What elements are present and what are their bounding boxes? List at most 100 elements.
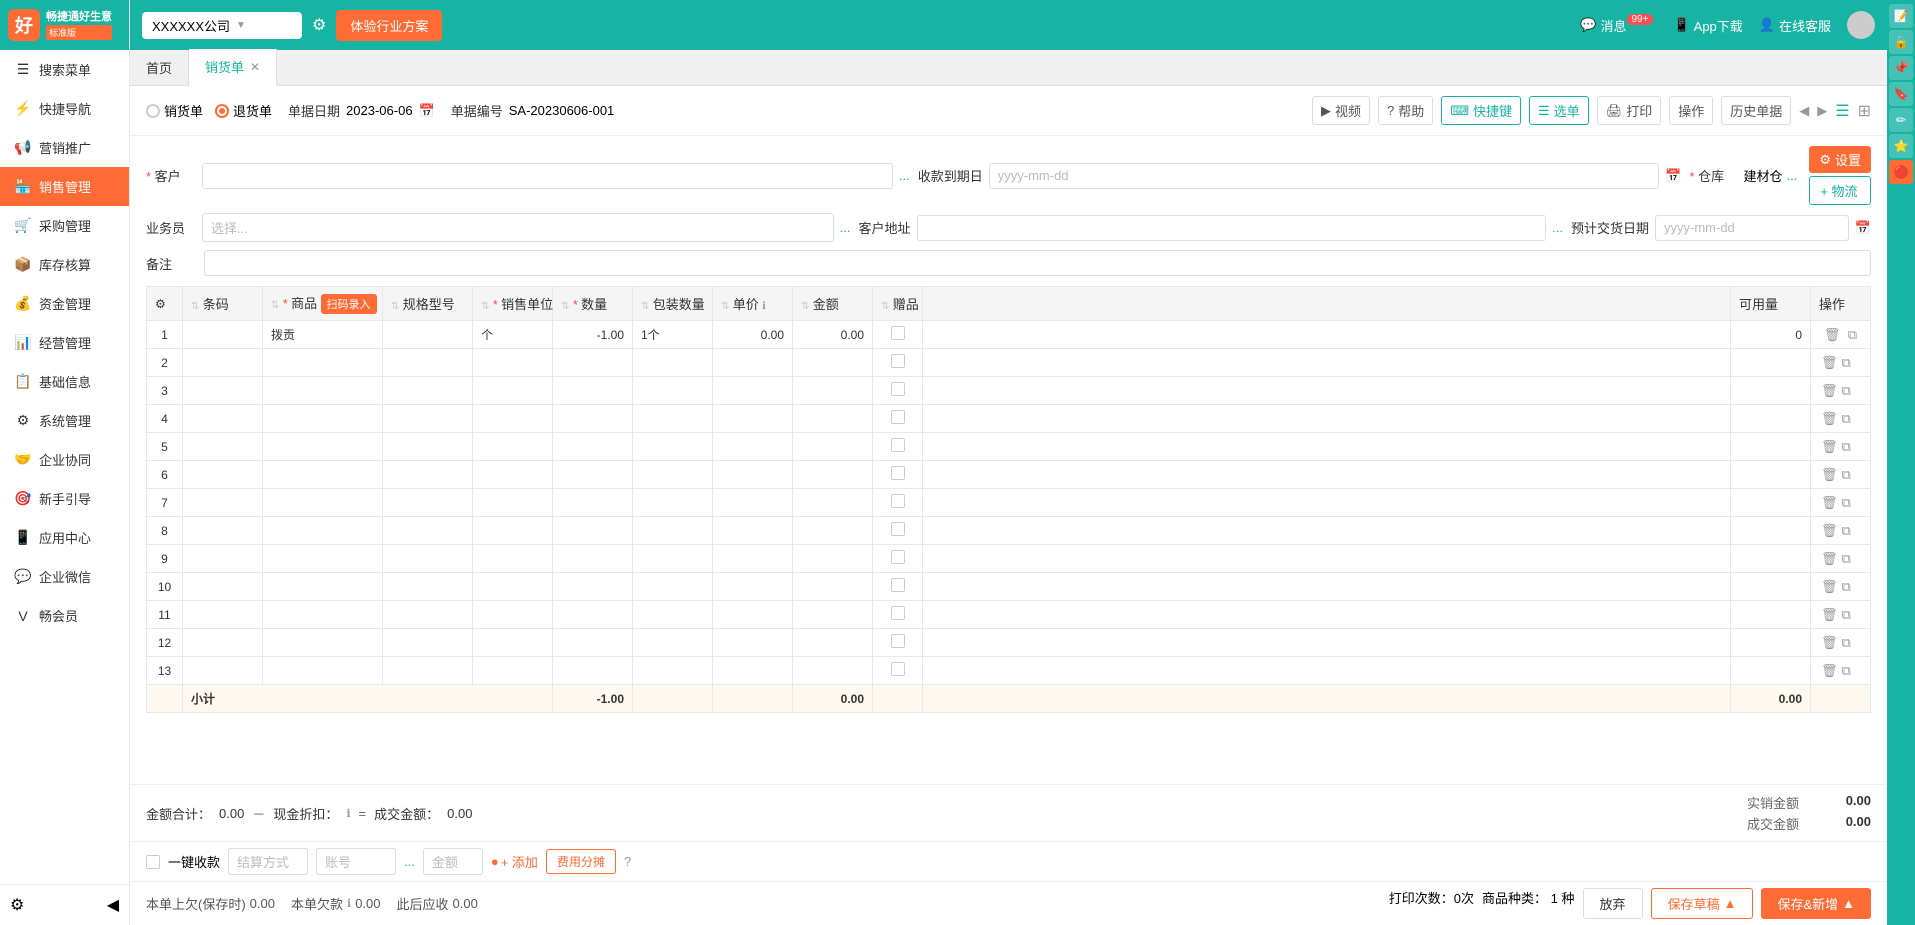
- row-spec-1[interactable]: [383, 321, 473, 349]
- sidebar-item-management[interactable]: 📊 经营管理: [0, 323, 129, 362]
- right-panel-icon-2[interactable]: 🔒: [1889, 30, 1913, 54]
- copy-icon-1[interactable]: ⧉: [1848, 327, 1857, 342]
- gift-checkbox-2[interactable]: [891, 354, 905, 368]
- row-unit-1[interactable]: 个: [473, 321, 553, 349]
- right-panel-icon-4[interactable]: 🔖: [1889, 82, 1913, 106]
- radio-sales-order[interactable]: 销货单: [146, 101, 203, 120]
- deal-amount-row: 成交金额 0.00: [1747, 814, 1871, 833]
- delete-icon-3[interactable]: 🗑: [1821, 383, 1838, 398]
- scan-button[interactable]: 扫码录入: [321, 294, 377, 314]
- row-gift-1[interactable]: [873, 321, 923, 349]
- delete-icon-2[interactable]: 🗑: [1821, 355, 1838, 370]
- expected-date-input[interactable]: yyyy-mm-dd: [1655, 215, 1849, 241]
- sidebar-item-system[interactable]: ⚙ 系统管理: [0, 401, 129, 440]
- sidebar-item-marketing[interactable]: 📢 营销推广: [0, 128, 129, 167]
- customer-dots[interactable]: ...: [899, 168, 910, 183]
- sidebar-item-search[interactable]: ☰ 搜索菜单: [0, 50, 129, 89]
- row-pack-1[interactable]: 1个: [633, 321, 713, 349]
- help-button[interactable]: ? 帮助: [1378, 96, 1433, 125]
- right-panel-icon-7[interactable]: 🔴: [1889, 160, 1913, 184]
- notes-input[interactable]: [204, 250, 1871, 276]
- settings-bottom-icon[interactable]: ⚙: [10, 895, 24, 915]
- print-button[interactable]: 🖨 打印: [1597, 96, 1662, 125]
- account-dots[interactable]: ...: [404, 854, 415, 869]
- product-type-value: 1: [1551, 891, 1558, 906]
- expected-date-cal-icon[interactable]: 📅: [1855, 220, 1871, 236]
- salesperson-input[interactable]: 选择...: [202, 213, 834, 242]
- collapse-icon[interactable]: ◀: [107, 895, 119, 915]
- tab-close-icon[interactable]: ✕: [250, 60, 260, 74]
- row-amount-1[interactable]: 0.00: [793, 321, 873, 349]
- payment-due-calendar-icon[interactable]: 📅: [1665, 168, 1681, 184]
- video-button[interactable]: ▶ 视频: [1312, 96, 1370, 125]
- view-list-icon[interactable]: ☰: [1835, 101, 1849, 121]
- nav-next-icon[interactable]: ▶: [1817, 103, 1827, 119]
- right-panel-icon-3[interactable]: 📌: [1889, 56, 1913, 80]
- copy-icon-3[interactable]: ⧉: [1842, 383, 1851, 398]
- payment-due-input[interactable]: yyyy-mm-dd: [989, 163, 1660, 189]
- sidebar-item-member[interactable]: V 畅会员: [0, 596, 129, 635]
- settings-icon[interactable]: ⚙: [312, 15, 326, 35]
- right-panel-icon-5[interactable]: ✏: [1889, 108, 1913, 132]
- sidebar-item-quicknav[interactable]: ⚡ 快捷导航: [0, 89, 129, 128]
- save-new-button[interactable]: 保存&新增 ▲: [1761, 888, 1871, 919]
- salesperson-dots[interactable]: ...: [840, 220, 851, 235]
- add-payment-button[interactable]: ● + 添加: [491, 852, 538, 871]
- sidebar-item-basics[interactable]: 📋 基础信息: [0, 362, 129, 401]
- sidebar-item-wechat[interactable]: 💬 企业微信: [0, 557, 129, 596]
- radio-return-order[interactable]: 退货单: [215, 101, 272, 120]
- customer-addr-input[interactable]: [917, 215, 1547, 241]
- box-icon: 📦: [15, 257, 31, 273]
- sidebar-item-inventory[interactable]: 📦 库存核算: [0, 245, 129, 284]
- tab-sales-order[interactable]: 销货单 ✕: [189, 49, 277, 86]
- avatar[interactable]: [1847, 11, 1875, 39]
- row-barcode-1[interactable]: [183, 321, 263, 349]
- nav-prev-icon[interactable]: ◀: [1799, 103, 1809, 119]
- shortcuts-button[interactable]: ⌨ 快捷键: [1441, 96, 1521, 125]
- online-service-button[interactable]: 👤 在线客服: [1759, 16, 1831, 35]
- th-settings[interactable]: ⚙: [147, 287, 183, 321]
- row-qty-1[interactable]: -1.00: [553, 321, 633, 349]
- sidebar-item-finance[interactable]: 💰 资金管理: [0, 284, 129, 323]
- app-download-button[interactable]: 📱 App下载: [1673, 16, 1742, 35]
- view-grid-icon[interactable]: ⊞: [1858, 101, 1871, 121]
- warehouse-label: 仓库: [1689, 166, 1739, 185]
- flow-button[interactable]: + 物流: [1809, 176, 1871, 205]
- calc-method-input[interactable]: 结算方式: [228, 848, 308, 875]
- company-selector[interactable]: XXXXXX公司 ▼: [142, 12, 302, 39]
- delete-icon-1[interactable]: 🗑: [1824, 327, 1841, 342]
- expense-button[interactable]: 费用分摊: [546, 849, 616, 874]
- right-panel-icon-6[interactable]: ⭐: [1889, 134, 1913, 158]
- gift-checkbox-1[interactable]: [891, 326, 905, 340]
- payment-amount-input[interactable]: 金额: [423, 848, 483, 875]
- sidebar-item-apps[interactable]: 📱 应用中心: [0, 518, 129, 557]
- abandon-button[interactable]: 放弃: [1583, 888, 1643, 919]
- row-product-1[interactable]: 拨贡: [263, 321, 383, 349]
- customer-input[interactable]: [202, 163, 893, 189]
- data-table: ⚙ ⇅ 条码 ⇅ * 商品 扫码录入 ⇅ 规格: [146, 286, 1871, 713]
- warehouse-dots[interactable]: ...: [1786, 168, 1797, 183]
- copy-icon-2[interactable]: ⧉: [1842, 355, 1851, 370]
- row-price-1[interactable]: 0.00: [713, 321, 793, 349]
- deal-amount-value: 0.00: [447, 806, 472, 821]
- search-icon: ☰: [15, 62, 31, 78]
- sidebar-item-guide[interactable]: 🎯 新手引导: [0, 479, 129, 518]
- history-button[interactable]: 历史单据: [1721, 96, 1791, 125]
- sidebar-item-purchase[interactable]: 🛒 采购管理: [0, 206, 129, 245]
- tab-home[interactable]: 首页: [130, 50, 189, 85]
- actions-button[interactable]: 操作: [1669, 96, 1713, 125]
- right-panel-icon-1[interactable]: 📝: [1889, 4, 1913, 28]
- sidebar-item-enterprise[interactable]: 🤝 企业协同: [0, 440, 129, 479]
- select-button[interactable]: ☰ 选单: [1529, 96, 1589, 125]
- settings-button[interactable]: ⚙ 设置: [1809, 146, 1871, 173]
- account-input[interactable]: 账号: [316, 848, 396, 875]
- calendar-icon[interactable]: 📅: [419, 103, 435, 119]
- message-button[interactable]: 💬 消息 99+: [1580, 16, 1657, 35]
- one-click-checkbox[interactable]: [146, 855, 160, 869]
- save-draft-button[interactable]: 保存草稿 ▲: [1651, 888, 1754, 919]
- sidebar-item-sales[interactable]: 🏪 销售管理: [0, 167, 129, 206]
- trial-button[interactable]: 体验行业方案: [336, 10, 442, 41]
- customer-addr-dots[interactable]: ...: [1552, 220, 1563, 235]
- row-note-1[interactable]: [923, 321, 1731, 349]
- th-unit: ⇅ * 销售单位: [473, 287, 553, 321]
